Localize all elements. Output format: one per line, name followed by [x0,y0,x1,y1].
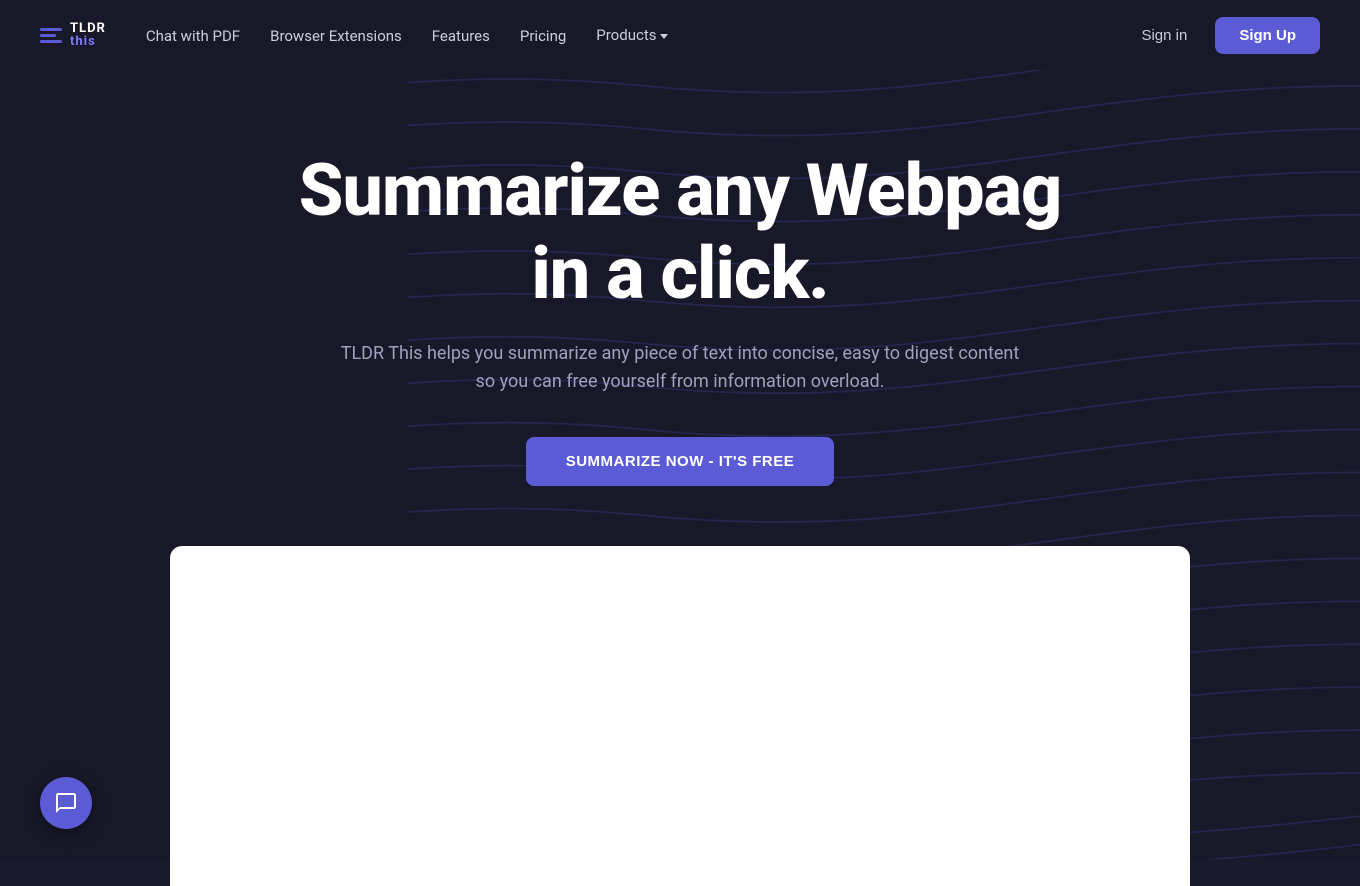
logo-icon [40,28,62,43]
nav-item-products[interactable]: Products [596,26,668,44]
chat-support-button[interactable] [40,777,92,829]
hero-subtext: TLDR This helps you summarize any piece … [340,340,1020,398]
nav-link-pricing[interactable]: Pricing [520,27,566,45]
hero-headline-line1: Summarize any Webpag [299,148,1062,233]
hero-headline: Summarize any Webpag in a click. [299,150,1062,316]
signup-button[interactable]: Sign Up [1215,17,1320,54]
nav-link-browser-extensions[interactable]: Browser Extensions [270,27,402,45]
nav-link-products[interactable]: Products [596,26,656,44]
logo-name-bottom: this [70,35,106,48]
nav-item-features[interactable]: Features [432,26,490,45]
nav-link-chat-pdf[interactable]: Chat with PDF [146,27,240,45]
nav-link-features[interactable]: Features [432,27,490,45]
logo-text: TLDR this [70,22,106,48]
nav-item-chat-pdf[interactable]: Chat with PDF [146,26,240,45]
logo[interactable]: TLDR this [40,22,106,48]
hero-headline-line2: in a click. [531,231,828,316]
cta-button[interactable]: SUMMARIZE NOW - IT'S FREE [526,437,835,486]
demo-area [170,546,1190,886]
chevron-down-icon [660,34,668,39]
chat-icon [54,791,78,815]
nav-left: TLDR this Chat with PDF Browser Extensio… [40,22,668,48]
nav-links: Chat with PDF Browser Extensions Feature… [146,26,669,45]
signin-button[interactable]: Sign in [1129,19,1199,52]
nav-item-pricing[interactable]: Pricing [520,26,566,45]
hero-section: Summarize any Webpag in a click. TLDR Th… [0,70,1360,546]
nav-item-browser-extensions[interactable]: Browser Extensions [270,26,402,45]
navbar: TLDR this Chat with PDF Browser Extensio… [0,0,1360,70]
nav-right: Sign in Sign Up [1129,17,1320,54]
